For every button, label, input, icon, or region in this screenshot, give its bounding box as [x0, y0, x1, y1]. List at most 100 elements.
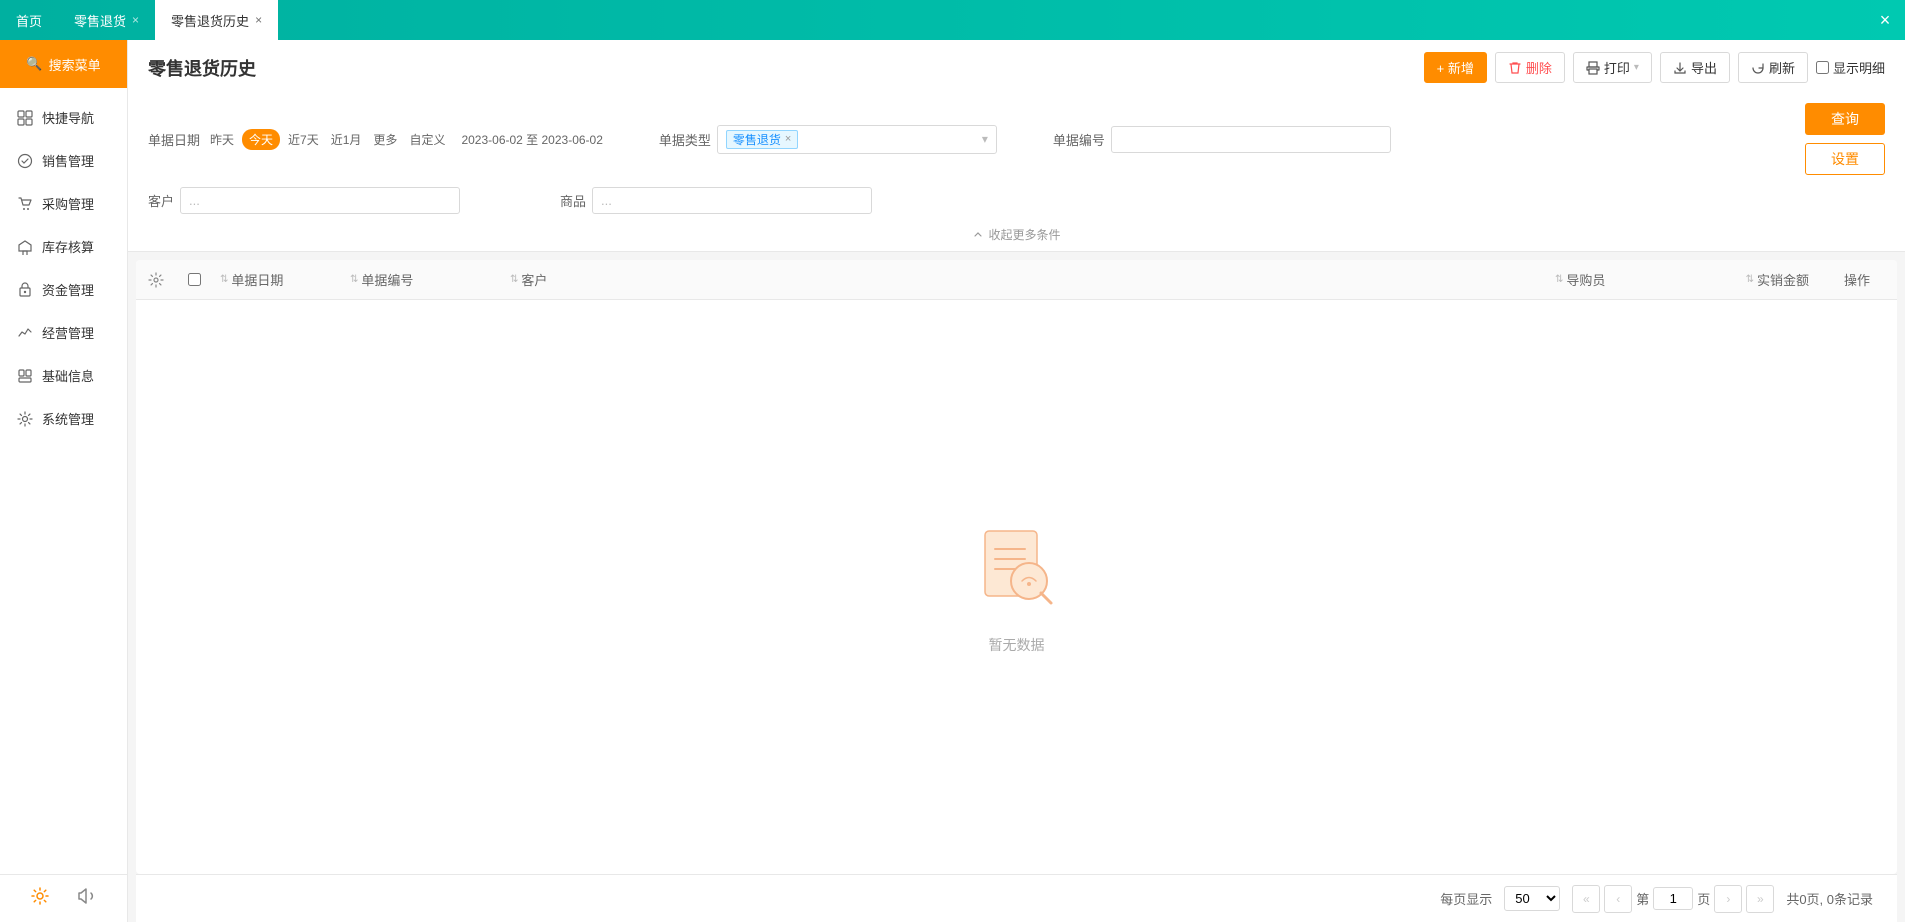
filter-date-label: 单据日期: [148, 130, 200, 149]
refresh-button-label: 刷新: [1769, 58, 1795, 77]
tab-home-label: 首页: [16, 11, 42, 30]
date-opt-7days[interactable]: 近7天: [284, 129, 323, 150]
page-header-top: 零售退货历史 + 新增 删除 打印 ▾ 导出: [148, 52, 1885, 83]
th-amount-sort-icon: ⇅: [1746, 274, 1754, 285]
sidebar-item-quick-nav[interactable]: 快捷导航: [0, 96, 127, 139]
show-detail-checkbox-label[interactable]: 显示明细: [1816, 58, 1885, 77]
page-unit-label: 页: [1697, 889, 1710, 908]
tab-retail-return-history-close[interactable]: ×: [255, 13, 262, 27]
filter-customer-placeholder: ...: [189, 193, 200, 208]
th-bill-label: 单据编号: [361, 270, 413, 289]
sidebar-item-finance-label: 资金管理: [42, 280, 94, 299]
audio-icon[interactable]: [77, 886, 97, 911]
new-button[interactable]: + 新增: [1424, 52, 1487, 83]
tab-retail-return[interactable]: 零售退货 ×: [58, 0, 155, 40]
date-opt-1month[interactable]: 近1月: [327, 129, 366, 150]
delete-button[interactable]: 删除: [1495, 52, 1565, 83]
footer-bar: 每页显示 50 10 20 100 « ‹ 第 1 页 › » 共0页, 0条记…: [136, 874, 1897, 922]
date-opt-yesterday[interactable]: 昨天: [206, 129, 238, 150]
delete-button-label: 删除: [1526, 58, 1552, 77]
th-date-label: 单据日期: [231, 270, 283, 289]
top-bar: 首页 零售退货 × 零售退货历史 × ×: [0, 0, 1905, 40]
sidebar-item-system-mgmt-label: 系统管理: [42, 409, 94, 428]
filter-settings-button[interactable]: 设置: [1805, 143, 1885, 175]
page-last-button[interactable]: »: [1746, 885, 1774, 913]
refresh-button[interactable]: 刷新: [1738, 52, 1808, 83]
show-detail-checkbox[interactable]: [1816, 61, 1829, 74]
th-customer-sort-icon: ⇅: [510, 274, 518, 285]
export-button-label: 导出: [1691, 58, 1717, 77]
filter-customer-label: 客户: [148, 191, 174, 210]
sidebar-items: 快捷导航 销售管理 采购管理 库存核算: [0, 88, 127, 874]
sidebar-item-inventory[interactable]: 库存核算: [0, 225, 127, 268]
date-opt-custom[interactable]: 自定义: [405, 129, 449, 150]
tab-list: 首页 零售退货 × 零售退货历史 ×: [0, 0, 1865, 40]
filter-customer-input[interactable]: ...: [180, 187, 460, 214]
sidebar-item-sales-mgmt[interactable]: 销售管理: [0, 139, 127, 182]
basic-info-icon: [16, 367, 34, 385]
filter-doc-number-input[interactable]: [1111, 126, 1391, 153]
sales-mgmt-icon: [16, 152, 34, 170]
print-button[interactable]: 打印 ▾: [1573, 52, 1652, 83]
th-customer[interactable]: ⇅ 客户: [502, 270, 1547, 289]
page-first-button[interactable]: «: [1572, 885, 1600, 913]
sidebar-bottom: [0, 874, 127, 922]
sidebar-item-purchase-mgmt-label: 采购管理: [42, 194, 94, 213]
sidebar-search[interactable]: 🔍 搜索菜单: [0, 40, 127, 88]
sidebar-item-basic-info-label: 基础信息: [42, 366, 94, 385]
page-number-input[interactable]: 1: [1653, 887, 1693, 910]
sidebar-item-quick-nav-label: 快捷导航: [42, 108, 94, 127]
filter-doc-type-select[interactable]: 零售退货 × ▾: [717, 125, 997, 154]
filter-goods-input[interactable]: ...: [592, 187, 872, 214]
operations-icon: [16, 324, 34, 342]
page-prev-button[interactable]: ‹: [1604, 885, 1632, 913]
th-op: 操作: [1817, 270, 1897, 289]
finance-icon: [16, 281, 34, 299]
window-close-button[interactable]: ×: [1865, 0, 1905, 40]
tab-retail-return-label: 零售退货: [74, 11, 126, 30]
date-opt-today[interactable]: 今天: [242, 129, 280, 150]
per-page-select[interactable]: 50 10 20 100: [1504, 886, 1560, 911]
date-range-display: 2023-06-02 至 2023-06-02: [461, 131, 602, 148]
collapse-bar[interactable]: 收起更多条件: [148, 222, 1885, 251]
query-button[interactable]: 查询: [1805, 103, 1885, 135]
collapse-label: 收起更多条件: [988, 226, 1060, 243]
sidebar-item-finance[interactable]: 资金管理: [0, 268, 127, 311]
filter-area: 单据日期 昨天 今天 近7天 近1月 更多 自定义 2023-06-02 至 2…: [148, 95, 1885, 251]
system-mgmt-icon: [16, 410, 34, 428]
table-header: ⇅ 单据日期 ⇅ 单据编号 ⇅ 客户 ⇅ 导购员 ⇅ 实销金额: [136, 260, 1897, 300]
select-all-input[interactable]: [188, 273, 201, 286]
filter-doc-type-tag-remove[interactable]: ×: [785, 133, 791, 145]
th-date[interactable]: ⇅ 单据日期: [212, 270, 342, 289]
purchase-mgmt-icon: [16, 195, 34, 213]
tab-retail-return-history-label: 零售退货历史: [171, 11, 249, 30]
export-button[interactable]: 导出: [1660, 52, 1730, 83]
quick-nav-icon: [16, 109, 34, 127]
filter-goods-item: 商品 ...: [560, 187, 872, 214]
page-next-button[interactable]: ›: [1714, 885, 1742, 913]
filter-doc-type-arrow-icon: ▾: [982, 132, 988, 146]
filter-goods-placeholder: ...: [601, 193, 612, 208]
table-settings-icon[interactable]: [136, 272, 176, 288]
filter-doc-number-item: 单据编号: [1053, 126, 1391, 153]
sidebar-item-sales-mgmt-label: 销售管理: [42, 151, 94, 170]
date-opt-more[interactable]: 更多: [369, 129, 401, 150]
th-customer-label: 客户: [521, 270, 547, 289]
th-guide[interactable]: ⇅ 导购员: [1547, 270, 1687, 289]
table-select-all-checkbox[interactable]: [176, 273, 212, 286]
tab-retail-return-close[interactable]: ×: [132, 13, 139, 27]
tab-retail-return-history[interactable]: 零售退货历史 ×: [155, 0, 278, 40]
table-area: ⇅ 单据日期 ⇅ 单据编号 ⇅ 客户 ⇅ 导购员 ⇅ 实销金额: [136, 260, 1897, 874]
sidebar-item-purchase-mgmt[interactable]: 采购管理: [0, 182, 127, 225]
sidebar-item-system-mgmt[interactable]: 系统管理: [0, 397, 127, 440]
date-selector: 昨天 今天 近7天 近1月 更多 自定义: [206, 129, 449, 150]
print-button-label: 打印: [1604, 58, 1630, 77]
tab-home[interactable]: 首页: [0, 0, 58, 40]
settings-icon[interactable]: [30, 886, 50, 911]
sidebar-item-operations[interactable]: 经营管理: [0, 311, 127, 354]
th-bill[interactable]: ⇅ 单据编号: [342, 270, 502, 289]
th-date-sort-icon: ⇅: [220, 274, 228, 285]
th-amount[interactable]: ⇅ 实销金额: [1687, 270, 1817, 289]
sidebar-item-basic-info[interactable]: 基础信息: [0, 354, 127, 397]
sidebar-item-operations-label: 经营管理: [42, 323, 94, 342]
